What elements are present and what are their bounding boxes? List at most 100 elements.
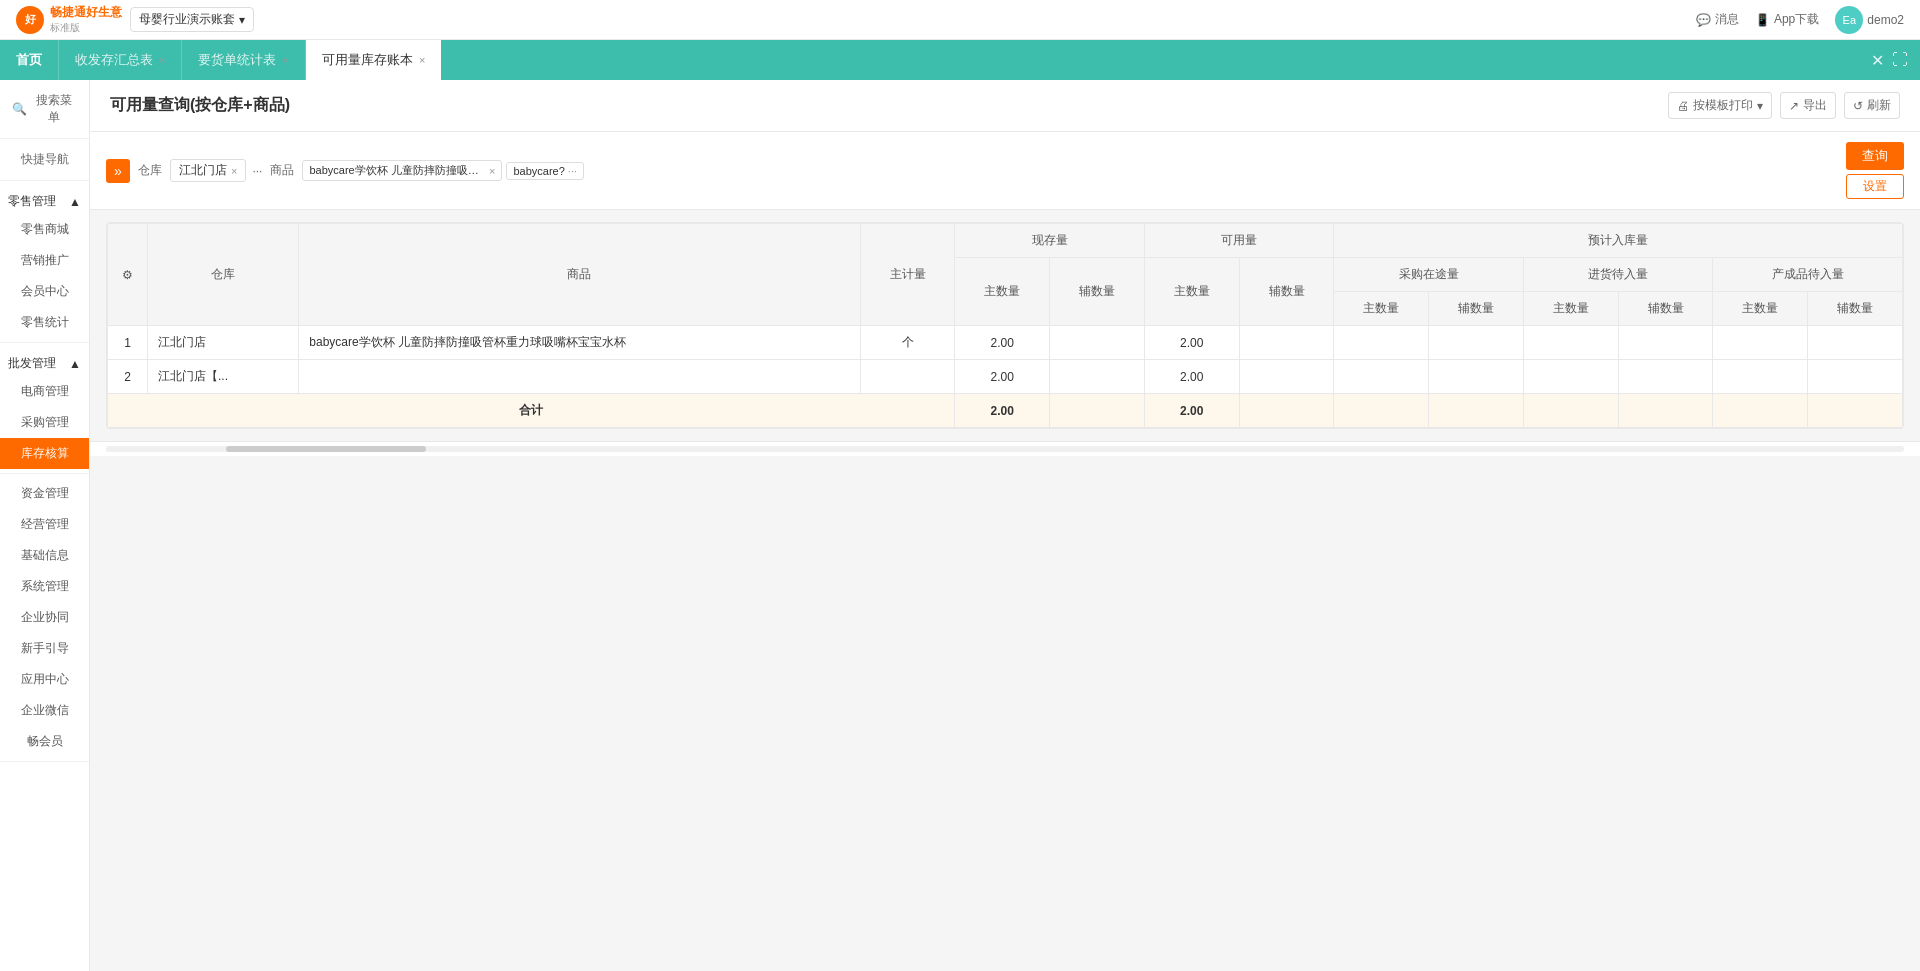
td-warehouse-2: 江北门店【... <box>148 360 299 394</box>
page-header: 可用量查询(按仓库+商品) 🖨 按模板打印 ▾ ↗ 导出 ↺ 刷新 <box>90 80 1920 132</box>
th-stock-group: 现存量 <box>955 224 1145 258</box>
message-icon: 💬 <box>1696 13 1711 27</box>
query-button[interactable]: 查询 <box>1846 142 1904 170</box>
sidebar-item-retail-stats[interactable]: 零售统计 <box>0 307 89 338</box>
printer-icon: 🖨 <box>1677 99 1689 113</box>
th-available-qty: 主数量 <box>1144 258 1239 326</box>
sidebar-section-wholesale-header[interactable]: 批发管理 ▲ <box>0 347 89 376</box>
chevron-up-icon2: ▲ <box>69 357 81 371</box>
sidebar-item-member[interactable]: 会员中心 <box>0 276 89 307</box>
td-production-qty-2 <box>1713 360 1808 394</box>
sidebar-item-appcenter[interactable]: 应用中心 <box>0 664 89 695</box>
sidebar-item-ecommerce[interactable]: 电商管理 <box>0 376 89 407</box>
sidebar-item-quick-nav[interactable]: 快捷导航 <box>0 143 89 176</box>
th-available-aux: 辅数量 <box>1239 258 1334 326</box>
td-footer-available-aux <box>1239 394 1334 428</box>
th-purchase-group: 采购在途量 <box>1334 258 1524 292</box>
td-purchase-aux-1 <box>1429 326 1524 360</box>
table-container: ⚙ 仓库 商品 主计量 现存量 可用量 预计入库量 主数量 辅数量 主数量 辅数… <box>106 222 1904 429</box>
sidebar-item-purchase[interactable]: 采购管理 <box>0 407 89 438</box>
product-tag-1-close[interactable]: × <box>489 165 495 177</box>
export-button[interactable]: ↗ 导出 <box>1780 92 1836 119</box>
td-available-qty-2: 2.00 <box>1144 360 1239 394</box>
print-button[interactable]: 🖨 按模板打印 ▾ <box>1668 92 1772 119</box>
chevron-down-icon2: ▾ <box>1757 99 1763 113</box>
sidebar-item-newuser[interactable]: 新手引导 <box>0 633 89 664</box>
setting-button[interactable]: 设置 <box>1846 174 1904 199</box>
td-purchase-qty-2 <box>1334 360 1429 394</box>
sidebar-item-operations[interactable]: 经营管理 <box>0 509 89 540</box>
table-row: 1 江北门店 babycare学饮杯 儿童防摔防撞吸管杯重力球吸嘴杯宝宝水杯 个… <box>108 326 1903 360</box>
th-production-qty: 主数量 <box>1713 292 1808 326</box>
th-incoming-group: 预计入库量 <box>1334 224 1903 258</box>
td-available-aux-1 <box>1239 326 1334 360</box>
sidebar-item-system[interactable]: 系统管理 <box>0 571 89 602</box>
th-transit-group: 进货待入量 <box>1523 258 1713 292</box>
sidebar-quick-nav: 快捷导航 <box>0 139 89 181</box>
filter-action-buttons: 查询 设置 <box>1846 142 1904 199</box>
warehouse-tag-close[interactable]: × <box>231 165 237 177</box>
tab-close-receipts[interactable]: × <box>159 54 165 66</box>
th-production-aux: 辅数量 <box>1808 292 1903 326</box>
message-button[interactable]: 💬 消息 <box>1696 11 1739 28</box>
top-bar-right: 💬 消息 📱 App下载 Ea demo2 <box>1696 6 1904 34</box>
th-transit-aux: 辅数量 <box>1618 292 1713 326</box>
td-production-aux-1 <box>1808 326 1903 360</box>
td-production-aux-2 <box>1808 360 1903 394</box>
logo-area: 好 畅捷通好生意 标准版 <box>16 4 122 35</box>
settings-icon[interactable]: ⚙ <box>122 268 133 282</box>
chevron-up-icon: ▲ <box>69 195 81 209</box>
tab-available-stock[interactable]: 可用量库存账本 × <box>306 40 441 80</box>
td-purchase-aux-2 <box>1429 360 1524 394</box>
th-stock-qty: 主数量 <box>955 258 1050 326</box>
search-menu-button[interactable]: 🔍 搜索菜单 <box>8 88 81 130</box>
sidebar-item-retail-mall[interactable]: 零售商城 <box>0 214 89 245</box>
warehouse-more[interactable]: ··· <box>252 164 262 178</box>
tab-home[interactable]: 首页 <box>0 40 59 80</box>
tab-close-available-stock[interactable]: × <box>419 54 425 66</box>
scroll-thumb[interactable] <box>226 446 426 452</box>
tab-receipts[interactable]: 收发存汇总表 × <box>59 40 182 80</box>
td-footer-label: 合计 <box>108 394 955 428</box>
td-stock-qty-1: 2.00 <box>955 326 1050 360</box>
page-actions: 🖨 按模板打印 ▾ ↗ 导出 ↺ 刷新 <box>1668 92 1900 119</box>
close-tab-btn[interactable]: ✕ <box>1871 51 1884 70</box>
sidebar-section-retail-header[interactable]: 零售管理 ▲ <box>0 185 89 214</box>
td-transit-qty-1 <box>1523 326 1618 360</box>
th-stock-aux: 辅数量 <box>1050 258 1145 326</box>
td-footer-transit-qty <box>1523 394 1618 428</box>
sidebar-item-enterprise[interactable]: 企业协同 <box>0 602 89 633</box>
refresh-button[interactable]: ↺ 刷新 <box>1844 92 1900 119</box>
th-available-group: 可用量 <box>1144 224 1334 258</box>
fullscreen-btn[interactable]: ⛶ <box>1892 51 1908 69</box>
sidebar-section-retail: 零售管理 ▲ 零售商城 营销推广 会员中心 零售统计 <box>0 181 89 343</box>
sidebar-item-capital[interactable]: 资金管理 <box>0 478 89 509</box>
table-header-row-1: ⚙ 仓库 商品 主计量 现存量 可用量 预计入库量 <box>108 224 1903 258</box>
sidebar-item-wechat[interactable]: 企业微信 <box>0 695 89 726</box>
tab-order-stats[interactable]: 要货单统计表 × <box>182 40 305 80</box>
sidebar-item-inventory[interactable]: 库存核算 <box>0 438 89 469</box>
main-layout: 🔍 搜索菜单 快捷导航 零售管理 ▲ 零售商城 营销推广 会员中心 零售统计 批… <box>0 80 1920 971</box>
sidebar-item-member2[interactable]: 畅会员 <box>0 726 89 757</box>
page-title: 可用量查询(按仓库+商品) <box>110 95 290 116</box>
export-icon: ↗ <box>1789 99 1799 113</box>
td-footer-stock-qty: 2.00 <box>955 394 1050 428</box>
app-download-button[interactable]: 📱 App下载 <box>1755 11 1819 28</box>
product-tag-1: babycare学饮杯 儿童防摔防撞吸管杯重力球吸嘴杯宝宝水杯 × <box>302 160 502 181</box>
avatar: Ea <box>1835 6 1863 34</box>
td-warehouse-1: 江北门店 <box>148 326 299 360</box>
td-stock-aux-1 <box>1050 326 1145 360</box>
sidebar: 🔍 搜索菜单 快捷导航 零售管理 ▲ 零售商城 营销推广 会员中心 零售统计 批… <box>0 80 90 971</box>
td-stock-qty-2: 2.00 <box>955 360 1050 394</box>
bottom-scroll-area <box>90 441 1920 456</box>
tab-bar: 首页 收发存汇总表 × 要货单统计表 × 可用量库存账本 × ✕ ⛶ <box>0 40 1920 80</box>
tab-close-order-stats[interactable]: × <box>282 54 288 66</box>
content-area: 可用量查询(按仓库+商品) 🖨 按模板打印 ▾ ↗ 导出 ↺ 刷新 » <box>90 80 1920 971</box>
filter-expand-button[interactable]: » <box>106 159 130 183</box>
product-label: 商品 <box>270 162 294 179</box>
sidebar-item-marketing[interactable]: 营销推广 <box>0 245 89 276</box>
user-area[interactable]: Ea demo2 <box>1835 6 1904 34</box>
store-selector[interactable]: 母婴行业演示账套 ▾ <box>130 7 254 32</box>
sidebar-item-basic[interactable]: 基础信息 <box>0 540 89 571</box>
product-filter-area: babycare学饮杯 儿童防摔防撞吸管杯重力球吸嘴杯宝宝水杯 × babyca… <box>302 160 1838 181</box>
